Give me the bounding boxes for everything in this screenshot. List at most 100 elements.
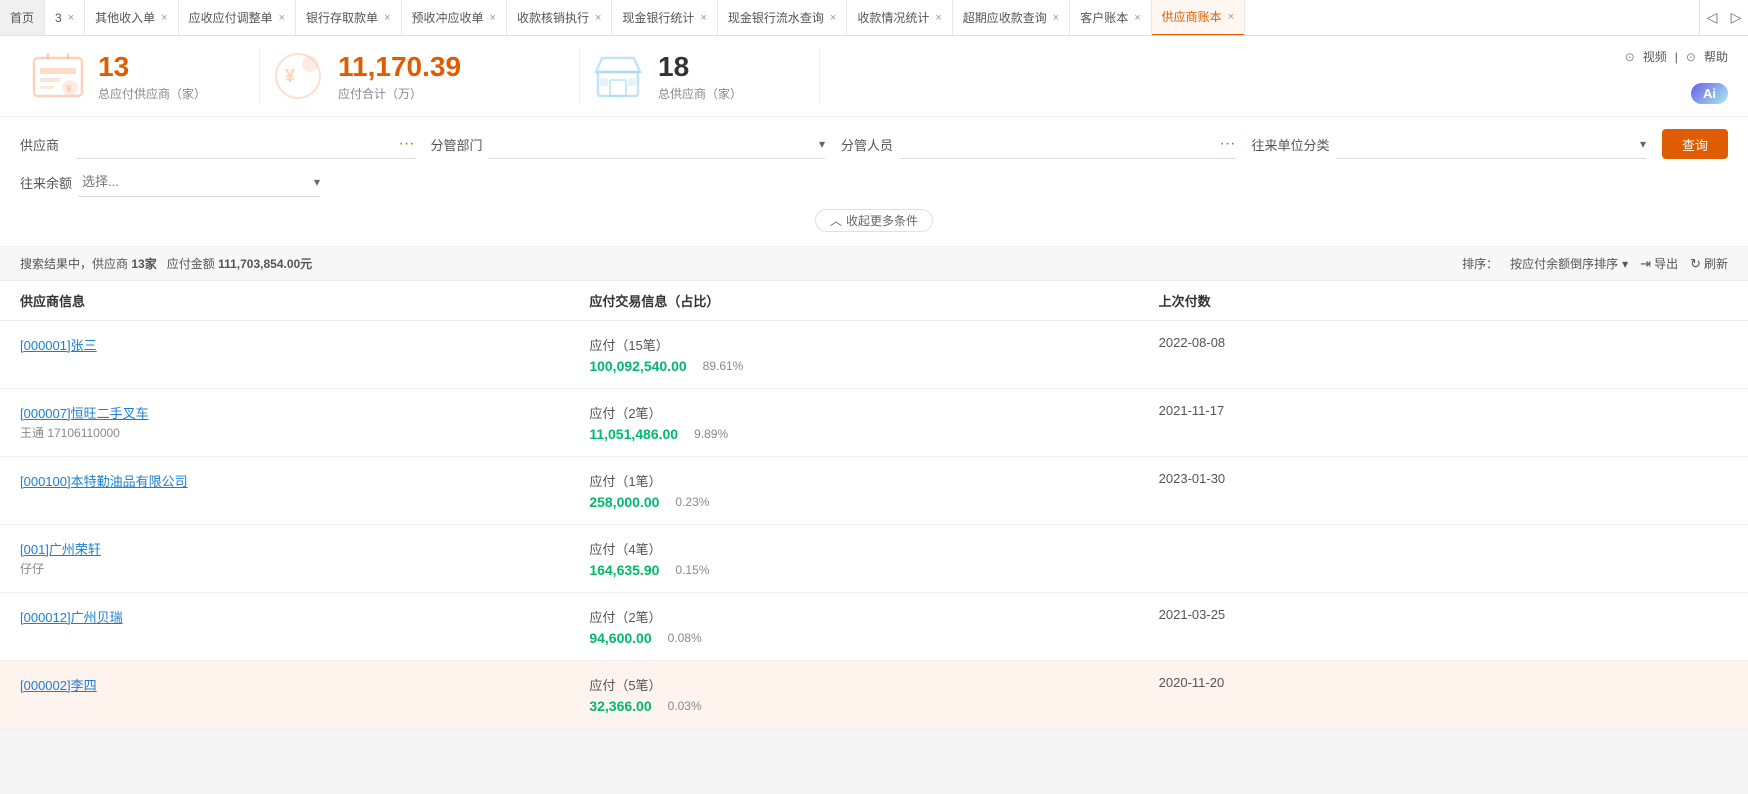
- tx-label-3: 应付（4笔）: [589, 539, 1158, 558]
- video-link[interactable]: 视频: [1643, 48, 1667, 65]
- table-row: [000012]广州贝瑞 应付（2笔） 94,600.00 0.08% 2021…: [0, 593, 1748, 661]
- nav-tab-other-income[interactable]: 其他收入单 ×: [85, 0, 178, 36]
- nav-tab-other-income-label: 其他收入单: [95, 9, 155, 26]
- category-chevron-icon[interactable]: ▾: [1640, 137, 1646, 151]
- nav-right-arrow[interactable]: ▷: [1724, 0, 1748, 36]
- export-button[interactable]: ⇥ 导出: [1640, 255, 1678, 272]
- link-separator: |: [1675, 50, 1678, 64]
- filter-person: 分管人员 ···: [841, 129, 1236, 159]
- nav-left-arrow[interactable]: ◁: [1700, 0, 1724, 36]
- balance-chevron-icon[interactable]: ▾: [314, 175, 320, 189]
- nav-tab-advance-cancel[interactable]: 预收冲应收单 ×: [402, 0, 507, 36]
- dept-input[interactable]: [489, 129, 819, 159]
- table-row: [000001]张三 应付（15笔） 100,092,540.00 89.61%…: [0, 321, 1748, 389]
- nav-tab-advance-cancel-close[interactable]: ×: [490, 12, 496, 24]
- refresh-icon: ↻: [1690, 256, 1701, 272]
- filter-supplier: 供应商 ···: [20, 129, 415, 159]
- tx-amount-3[interactable]: 164,635.90: [589, 562, 659, 578]
- filter-supplier-input-wrap: ···: [76, 129, 415, 159]
- nav-tab-bank-deposit-close[interactable]: ×: [384, 12, 390, 24]
- filter-category: 往来单位分类 ▾: [1252, 129, 1647, 159]
- result-count: 13家: [131, 257, 156, 271]
- nav-tab-3[interactable]: 3 ×: [45, 0, 85, 36]
- store-icon: [590, 48, 646, 104]
- nav-tab-overdue-close[interactable]: ×: [1053, 12, 1059, 24]
- nav-tab-3-close[interactable]: ×: [68, 12, 74, 24]
- supplier-link-3[interactable]: [001]广州荣轩: [20, 539, 589, 558]
- supplier-link-4[interactable]: [000012]广州贝瑞: [20, 607, 589, 626]
- supplier-info-2: [000100]本特勤油品有限公司: [20, 471, 589, 492]
- nav-tab-cash-bank-flow-close[interactable]: ×: [830, 12, 836, 24]
- svg-text:¥: ¥: [285, 66, 295, 86]
- nav-tab-ap-adjust[interactable]: 应收应付调整单 ×: [179, 0, 296, 36]
- table-container: 供应商信息 应付交易信息（占比） 上次付数 [000001]张三 应付（15笔）…: [0, 281, 1748, 729]
- refresh-label: 刷新: [1704, 255, 1728, 272]
- nav-tab-customer-account-close[interactable]: ×: [1134, 12, 1140, 24]
- ai-button[interactable]: Ai: [1691, 83, 1728, 104]
- stat-number-amount: 11,170.39: [338, 50, 461, 84]
- table-row: [000100]本特勤油品有限公司 应付（1笔） 258,000.00 0.23…: [0, 457, 1748, 525]
- tx-info-2: 应付（1笔） 258,000.00 0.23%: [589, 471, 1158, 510]
- tx-info-1: 应付（2笔） 11,051,486.00 9.89%: [589, 403, 1158, 442]
- nav-tab-cash-bank-stats-label: 现金银行统计: [622, 9, 694, 26]
- nav-tab-supplier-account-label: 供应商账本: [1162, 8, 1222, 25]
- tx-amount-4[interactable]: 94,600.00: [589, 630, 651, 646]
- nav-tab-supplier-account[interactable]: 供应商账本 ×: [1152, 0, 1245, 36]
- tx-amount-5[interactable]: 32,366.00: [589, 698, 651, 714]
- stat-info-total: 18 总供应商（家）: [658, 50, 742, 103]
- nav-tab-cash-bank-stats-close[interactable]: ×: [700, 12, 706, 24]
- nav-tab-home[interactable]: 首页: [0, 0, 45, 36]
- table-row: [000007]恒旺二手叉车 王通 17106110000 应付（2笔） 11,…: [0, 389, 1748, 457]
- nav-tab-customer-account[interactable]: 客户账本 ×: [1070, 0, 1151, 36]
- collapse-row: ︿ 收起更多条件: [20, 205, 1728, 238]
- filter-area: 供应商 ··· 分管部门 ▾ 分管人员 ··· 往来单位分类: [0, 117, 1748, 247]
- result-bar: 搜索结果中，供应商 13家 应付金额 111,703,854.00元 排序： 按…: [0, 247, 1748, 281]
- nav-tab-advance-cancel-label: 预收冲应收单: [412, 9, 484, 26]
- stat-label-total: 总供应商（家）: [658, 85, 742, 102]
- tx-percent-1: 9.89%: [694, 427, 728, 441]
- tx-amount-0[interactable]: 100,092,540.00: [589, 358, 686, 374]
- tx-percent-0: 89.61%: [703, 359, 744, 373]
- stat-label-amount: 应付合计（万）: [338, 85, 461, 102]
- sort-button[interactable]: 按应付余额倒序排序 ▾: [1510, 255, 1628, 272]
- filter-person-label: 分管人员: [841, 135, 893, 154]
- nav-tab-receipt-verify[interactable]: 收款核销执行 ×: [507, 0, 612, 36]
- supplier-link-1[interactable]: [000007]恒旺二手叉车: [20, 403, 589, 422]
- balance-input[interactable]: [78, 167, 314, 197]
- nav-tab-receipt-stats-close[interactable]: ×: [935, 12, 941, 24]
- collapse-button[interactable]: ︿ 收起更多条件: [815, 209, 933, 232]
- nav-tab-bank-deposit[interactable]: 银行存取款单 ×: [296, 0, 401, 36]
- tx-percent-5: 0.03%: [668, 699, 702, 713]
- stat-label-suppliers: 总应付供应商（家）: [98, 85, 206, 102]
- tx-amount-1[interactable]: 11,051,486.00: [589, 426, 678, 442]
- nav-tab-other-income-close[interactable]: ×: [161, 12, 167, 24]
- tx-percent-4: 0.08%: [668, 631, 702, 645]
- nav-tab-ap-adjust-close[interactable]: ×: [279, 12, 285, 24]
- search-button[interactable]: 查询: [1662, 129, 1728, 159]
- nav-tab-cash-bank-flow[interactable]: 现金银行流水查询 ×: [718, 0, 847, 36]
- refresh-button[interactable]: ↻ 刷新: [1690, 255, 1728, 272]
- supplier-link-0[interactable]: [000001]张三: [20, 335, 589, 354]
- help-link[interactable]: 帮助: [1704, 48, 1728, 65]
- supplier-info-3: [001]广州荣轩 仔仔: [20, 539, 589, 577]
- supplier-link-2[interactable]: [000100]本特勤油品有限公司: [20, 471, 589, 490]
- col-header-lastpay: 上次付数: [1159, 291, 1728, 310]
- dept-chevron-icon[interactable]: ▾: [819, 137, 825, 151]
- tx-amount-2[interactable]: 258,000.00: [589, 494, 659, 510]
- category-input[interactable]: [1336, 129, 1640, 159]
- nav-tab-receipt-stats[interactable]: 收款情况统计 ×: [847, 0, 952, 36]
- supplier-input[interactable]: [76, 129, 399, 159]
- stats-bar: ¥ 13 总应付供应商（家） ¥ 11,170.39 应付合计（万）: [0, 36, 1748, 117]
- supplier-dots[interactable]: ···: [399, 135, 415, 153]
- stat-block-total: 18 总供应商（家）: [580, 48, 820, 104]
- person-dots[interactable]: ···: [1220, 135, 1236, 153]
- nav-tab-receipt-verify-close[interactable]: ×: [595, 12, 601, 24]
- nav-tab-overdue[interactable]: 超期应收款查询 ×: [953, 0, 1070, 36]
- chevron-up-icon: ︿: [830, 212, 842, 229]
- person-input[interactable]: [899, 129, 1220, 159]
- supplier-link-5[interactable]: [000002]李四: [20, 675, 589, 694]
- nav-tab-supplier-account-close[interactable]: ×: [1228, 11, 1234, 23]
- nav-tab-bank-deposit-label: 银行存取款单: [306, 9, 378, 26]
- nav-tab-cash-bank-stats[interactable]: 现金银行统计 ×: [612, 0, 717, 36]
- filter-row-2: 往来余额 ▾: [20, 167, 320, 197]
